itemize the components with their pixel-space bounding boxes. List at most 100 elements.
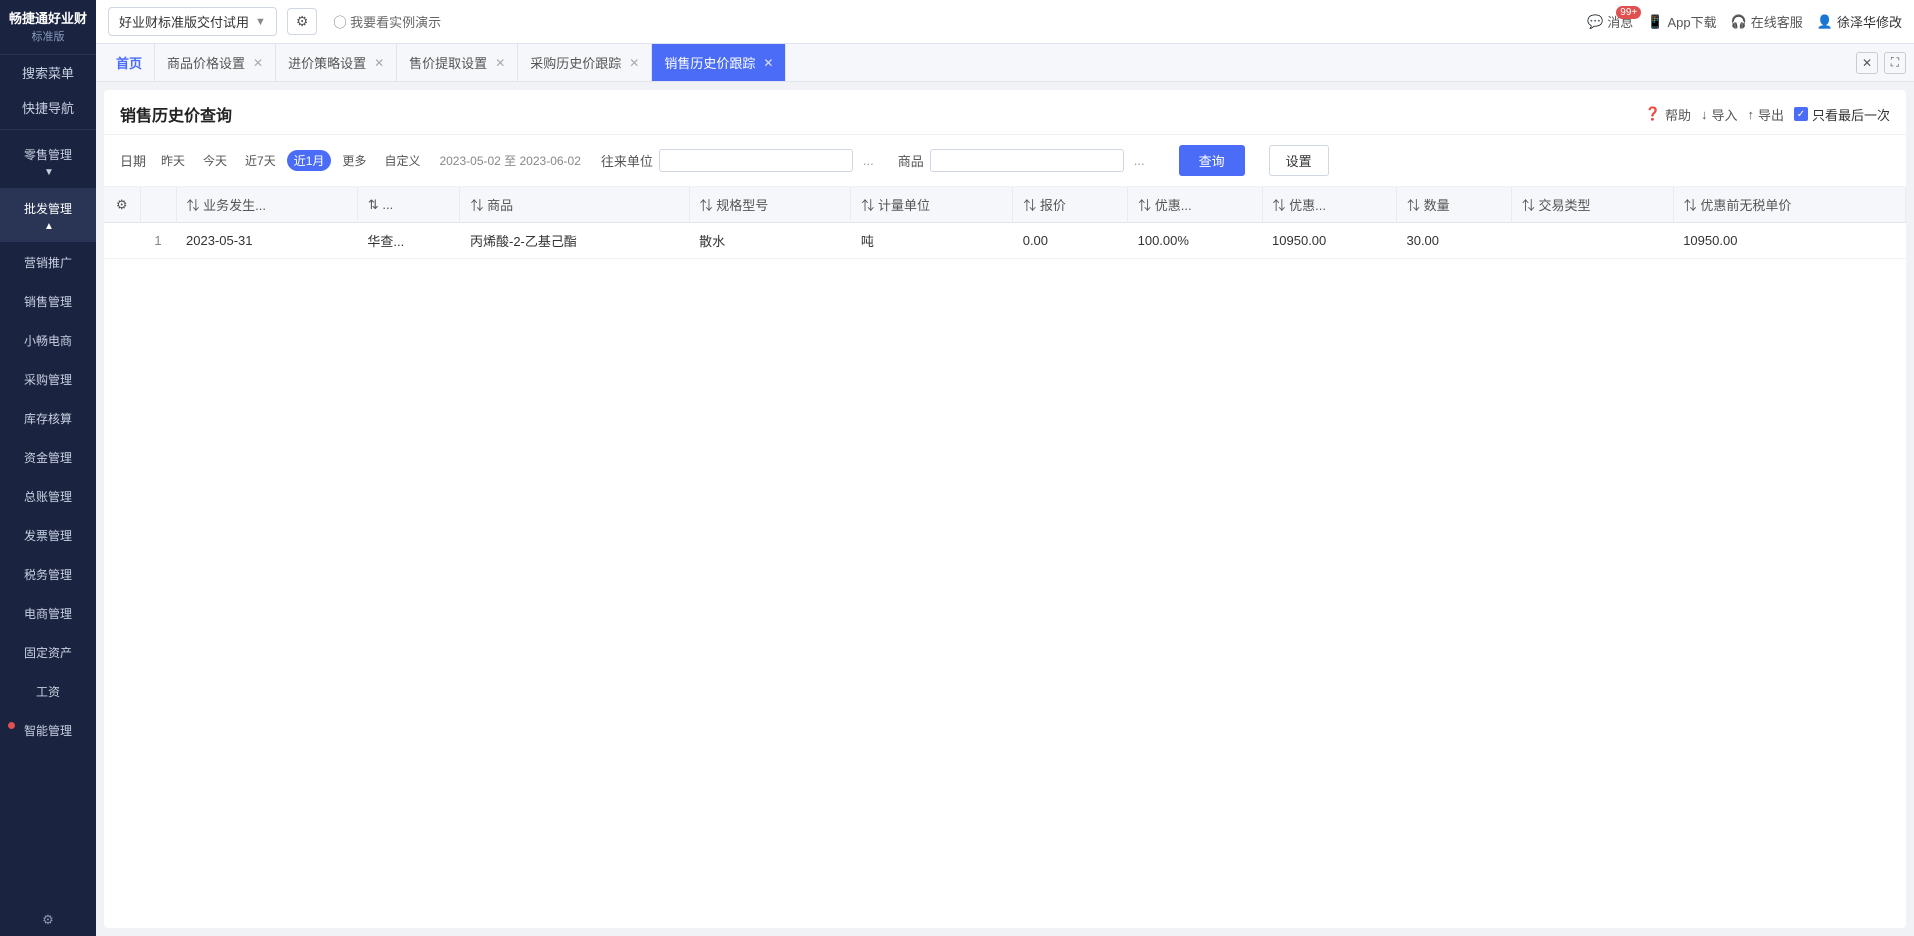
sidebar-item-marketing[interactable]: 营销推广: [0, 242, 96, 281]
retail-label: 零售管理: [4, 146, 92, 163]
table-container: ⚙ ⇅ 业务发生... ⇅ ... ⇅ 商品: [104, 187, 1906, 928]
sidebar-item-wholesale[interactable]: 批发管理 ▲: [0, 188, 96, 242]
demo-link[interactable]: ◯ 我要看实例演示: [333, 12, 441, 31]
window-maximize-btn[interactable]: ⛶: [1884, 52, 1906, 74]
date-opt-last7[interactable]: 近7天: [238, 150, 283, 171]
page-actions: ❓ 帮助 ↓ 导入 ↑ 导出 ✓ 只看最后一次: [1645, 105, 1890, 124]
col-no-tax-price-header[interactable]: ⇅ 优惠前无税单价: [1673, 187, 1905, 223]
tab-purchase-strategy-close-icon[interactable]: ✕: [374, 56, 384, 70]
tab-home[interactable]: 首页: [104, 44, 155, 81]
quick-nav-label[interactable]: 快捷导航: [22, 101, 74, 116]
tab-sale-extract-close-icon[interactable]: ✕: [495, 56, 505, 70]
settings-button[interactable]: 设置: [1269, 145, 1329, 176]
messages-btn[interactable]: 💬 消息 99+: [1587, 12, 1633, 31]
demo-circle-icon: ◯: [333, 15, 346, 30]
col-unit-header[interactable]: ⇅ 计量单位: [851, 187, 1013, 223]
sidebar-item-tax[interactable]: 税务管理: [0, 554, 96, 593]
col-date-sort-icon: ⇅: [187, 198, 200, 213]
col-discount2-header[interactable]: ⇅ 优惠...: [1262, 187, 1396, 223]
row-date-cell: 2023-05-31: [176, 223, 357, 259]
date-opt-custom[interactable]: 自定义: [377, 150, 427, 171]
date-opt-last1month[interactable]: 近1月: [287, 150, 332, 171]
sidebar-item-invoice[interactable]: 发票管理: [0, 515, 96, 554]
help-icon: ❓: [1645, 106, 1661, 122]
goods-input[interactable]: [930, 149, 1124, 172]
sidebar-item-retail[interactable]: 零售管理 ▼: [0, 134, 96, 188]
import-icon: ↓: [1701, 107, 1708, 122]
col3-header[interactable]: ⇅ ...: [357, 187, 460, 223]
query-button[interactable]: 查询: [1179, 145, 1245, 176]
col-trans-type-header[interactable]: ⇅ 交易类型: [1511, 187, 1673, 223]
messages-badge: 99+: [1616, 6, 1641, 19]
source-unit-input[interactable]: [659, 149, 853, 172]
col-quantity-header[interactable]: ⇅ 数量: [1396, 187, 1511, 223]
export-btn[interactable]: ↑ 导出: [1747, 105, 1784, 124]
tab-sale-history-close-icon[interactable]: ✕: [763, 56, 773, 70]
sidebar-item-sales[interactable]: 销售管理: [0, 281, 96, 320]
col-quantity-sort-icon: ⇅: [1407, 198, 1420, 213]
topbar-settings-btn[interactable]: ⚙: [287, 8, 318, 35]
small-ecommerce-label: 小畅电商: [4, 332, 92, 349]
col-discount2-sort-icon: ⇅: [1273, 198, 1286, 213]
only-last-checkbox[interactable]: ✓ 只看最后一次: [1794, 105, 1890, 124]
col-num-header: [140, 187, 176, 223]
source-unit-dots[interactable]: ...: [859, 151, 878, 170]
sidebar-settings-btn[interactable]: ⚙: [0, 904, 96, 936]
search-menu-label[interactable]: 搜索菜单: [22, 66, 74, 81]
settings-gear-icon[interactable]: ⚙: [42, 912, 54, 927]
data-table: ⚙ ⇅ 业务发生... ⇅ ... ⇅ 商品: [104, 187, 1906, 259]
col-spec-header[interactable]: ⇅ 规格型号: [689, 187, 851, 223]
sidebar-item-smart[interactable]: 智能管理: [0, 710, 96, 749]
sidebar-item-purchase[interactable]: 采购管理: [0, 359, 96, 398]
tab-purchase-history[interactable]: 采购历史价跟踪 ✕: [518, 44, 652, 81]
tab-home-label: 首页: [116, 53, 142, 72]
online-service-btn[interactable]: 🎧 在线客服: [1731, 12, 1803, 31]
row-col3-cell: 华查...: [357, 223, 460, 259]
user-menu[interactable]: 👤 徐泽华修改: [1817, 12, 1902, 31]
sidebar-item-ecommerce[interactable]: 电商管理: [0, 593, 96, 632]
col-settings-header[interactable]: ⚙: [104, 187, 140, 223]
row-spec-cell: 散水: [689, 223, 851, 259]
tab-price-settings[interactable]: 商品价格设置 ✕: [155, 44, 276, 81]
import-btn[interactable]: ↓ 导入: [1701, 105, 1738, 124]
help-btn[interactable]: ❓ 帮助: [1645, 105, 1691, 124]
sidebar-item-finance[interactable]: 资金管理: [0, 437, 96, 476]
export-label: 导出: [1758, 105, 1784, 124]
page-content: 销售历史价查询 ❓ 帮助 ↓ 导入 ↑ 导出 ✓ 只看最后一次: [104, 90, 1906, 928]
sidebar-item-account[interactable]: 总账管理: [0, 476, 96, 515]
sidebar-item-inventory[interactable]: 库存核算: [0, 398, 96, 437]
source-unit-filter-group: 往来单位 ...: [601, 149, 878, 172]
tab-sale-extract[interactable]: 售价提取设置 ✕: [397, 44, 518, 81]
col-unit-sort-icon: ⇅: [861, 198, 874, 213]
purchase-label: 采购管理: [4, 371, 92, 388]
app-download-btn[interactable]: 📱 App下载: [1647, 12, 1716, 31]
tab-purchase-strategy[interactable]: 进价策略设置 ✕: [276, 44, 397, 81]
col-discount1-header[interactable]: ⇅ 优惠...: [1128, 187, 1262, 223]
col-goods-header[interactable]: ⇅ 商品: [460, 187, 689, 223]
col-date-header[interactable]: ⇅ 业务发生...: [176, 187, 357, 223]
date-opt-more[interactable]: 更多: [335, 150, 373, 171]
sidebar-search-menu[interactable]: 搜索菜单: [0, 55, 96, 90]
date-opt-yesterday[interactable]: 昨天: [154, 150, 192, 171]
row-no-tax-price-cell: 10950.00: [1673, 223, 1905, 259]
tab-price-close-icon[interactable]: ✕: [253, 56, 263, 70]
sidebar-item-small-ecommerce[interactable]: 小畅电商: [0, 320, 96, 359]
filter-bar: 日期 昨天 今天 近7天 近1月 更多 自定义 2023-05-02 至 202…: [104, 135, 1906, 187]
goods-dots[interactable]: ...: [1130, 151, 1149, 170]
message-icon: 💬: [1587, 14, 1603, 30]
version-selector[interactable]: 好业财标准版交付试用 ▼: [108, 7, 277, 36]
sidebar-item-salary[interactable]: 工资: [0, 671, 96, 710]
tab-purchase-history-close-icon[interactable]: ✕: [629, 56, 639, 70]
col-price-header[interactable]: ⇅ 报价: [1013, 187, 1128, 223]
demo-link-text: 我要看实例演示: [350, 15, 441, 30]
sidebar-item-assets[interactable]: 固定资产: [0, 632, 96, 671]
date-opt-today[interactable]: 今天: [196, 150, 234, 171]
sidebar-quick-nav[interactable]: 快捷导航: [0, 90, 96, 125]
window-close-btn[interactable]: ✕: [1856, 52, 1878, 74]
wholesale-label: 批发管理: [4, 200, 92, 217]
page-title: 销售历史价查询: [120, 102, 232, 126]
tab-sale-history[interactable]: 销售历史价跟踪 ✕: [652, 44, 786, 81]
table-body: 1 2023-05-31 华查... 丙烯酸-2-乙基己酯 散水 吨 0.00 …: [104, 223, 1906, 259]
col-trans-type-sort-icon: ⇅: [1522, 198, 1535, 213]
marketing-label: 营销推广: [4, 254, 92, 271]
